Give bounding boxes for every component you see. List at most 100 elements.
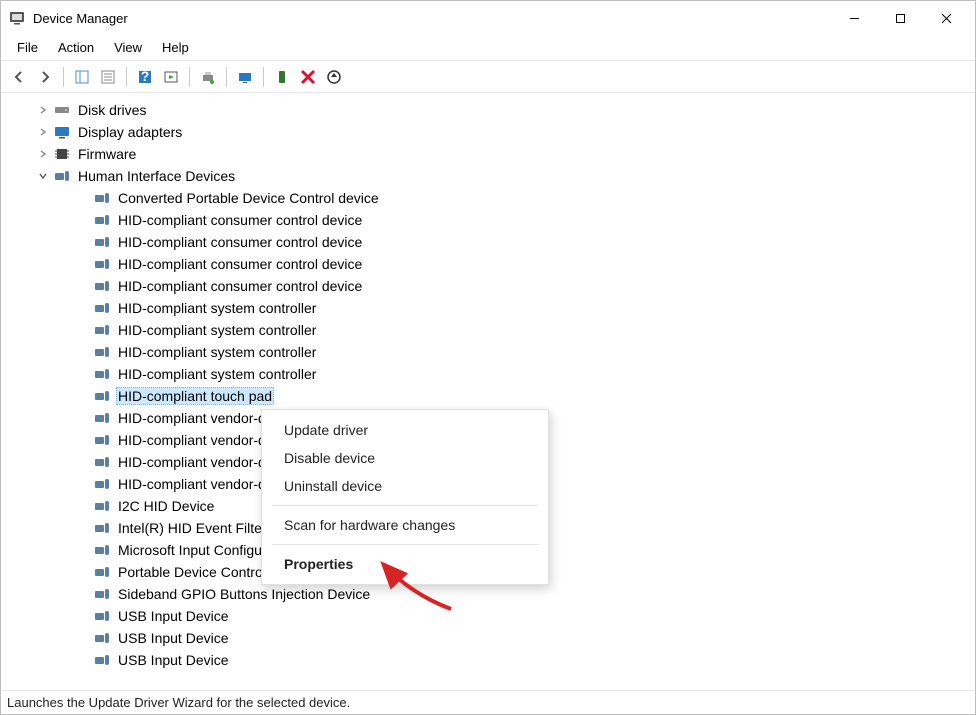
hid-device-icon (94, 300, 110, 316)
tree-category-label: Disk drives (76, 102, 148, 118)
tree-device-item[interactable]: HID-compliant consumer control device (11, 253, 975, 275)
tree-device-label: HID-compliant consumer control device (116, 212, 364, 228)
chevron-right-icon[interactable] (36, 147, 50, 161)
tree-device-label: Intel(R) HID Event Filter (116, 520, 269, 536)
expander-spacer (76, 323, 90, 337)
update-driver-toolbar-button[interactable] (322, 65, 346, 89)
svg-text:?: ? (141, 69, 150, 84)
hid-device-icon (94, 630, 110, 646)
expander-spacer (76, 477, 90, 491)
tree-device-label: Converted Portable Device Control device (116, 190, 381, 206)
tree-device-item[interactable]: HID-compliant system controller (11, 363, 975, 385)
tree-device-item[interactable]: HID-compliant system controller (11, 319, 975, 341)
tree-category-label: Firmware (76, 146, 138, 162)
toolbar-separator (263, 67, 264, 87)
toolbar: ? (1, 61, 975, 93)
ctx-uninstall-device[interactable]: Uninstall device (262, 472, 548, 500)
chevron-right-icon[interactable] (36, 103, 50, 117)
ctx-update-driver[interactable]: Update driver (262, 416, 548, 444)
hid-device-icon (94, 498, 110, 514)
back-button[interactable] (7, 65, 31, 89)
enable-device-button[interactable] (270, 65, 294, 89)
scan-hardware-button[interactable] (233, 65, 257, 89)
expander-spacer (76, 609, 90, 623)
menu-action[interactable]: Action (48, 37, 104, 58)
expander-spacer (76, 257, 90, 271)
tree-device-item[interactable]: HID-compliant system controller (11, 297, 975, 319)
expander-spacer (76, 213, 90, 227)
tree-device-label: HID-compliant system controller (116, 300, 318, 316)
expander-spacer (76, 389, 90, 403)
ctx-scan-hardware[interactable]: Scan for hardware changes (262, 511, 548, 539)
tree-device-label: HID-compliant touch pad (116, 387, 274, 405)
action-toolbar-button[interactable] (159, 65, 183, 89)
tree-device-item[interactable]: HID-compliant consumer control device (11, 231, 975, 253)
tree-category-hid[interactable]: Human Interface Devices (11, 165, 975, 187)
tree-device-label: HID-compliant consumer control device (116, 234, 364, 250)
disable-device-button[interactable] (296, 65, 320, 89)
tree-device-item[interactable]: HID-compliant touch pad (11, 385, 975, 407)
expander-spacer (76, 433, 90, 447)
close-button[interactable] (923, 2, 969, 34)
expander-spacer (76, 543, 90, 557)
tree-category-label: Human Interface Devices (76, 168, 237, 184)
toolbar-separator (126, 67, 127, 87)
tree-device-item[interactable]: HID-compliant consumer control device (11, 275, 975, 297)
ctx-separator (272, 544, 538, 545)
show-hide-tree-button[interactable] (70, 65, 94, 89)
hid-device-icon (94, 212, 110, 228)
chevron-down-icon[interactable] (36, 169, 50, 183)
device-tree[interactable]: Disk drives Display adapters Firmware Human… (1, 93, 975, 690)
tree-pane: Disk drives Display adapters Firmware Human… (1, 93, 975, 690)
menubar: File Action View Help (1, 35, 975, 61)
statusbar: Launches the Update Driver Wizard for th… (1, 690, 975, 714)
titlebar: Device Manager (1, 1, 975, 35)
expander-spacer (76, 521, 90, 535)
tree-device-item[interactable]: Converted Portable Device Control device (11, 187, 975, 209)
expander-spacer (76, 235, 90, 249)
tree-device-label: HID-compliant consumer control device (116, 256, 364, 272)
expander-spacer (76, 279, 90, 293)
menu-help[interactable]: Help (152, 37, 199, 58)
properties-toolbar-button[interactable] (96, 65, 120, 89)
tree-device-item[interactable]: HID-compliant consumer control device (11, 209, 975, 231)
tree-category-label: Display adapters (76, 124, 184, 140)
tree-device-item[interactable]: HID-compliant system controller (11, 341, 975, 363)
tree-device-label: USB Input Device (116, 652, 231, 668)
tree-device-label: HID-compliant consumer control device (116, 278, 364, 294)
expander-spacer (76, 499, 90, 513)
hid-device-icon (94, 542, 110, 558)
hid-device-icon (94, 234, 110, 250)
menu-file[interactable]: File (7, 37, 48, 58)
tree-device-item[interactable]: Sideband GPIO Buttons Injection Device (11, 583, 975, 605)
forward-button[interactable] (33, 65, 57, 89)
hid-device-icon (94, 322, 110, 338)
minimize-button[interactable] (831, 2, 877, 34)
hid-category-icon (54, 168, 70, 184)
menu-view[interactable]: View (104, 37, 152, 58)
expander-spacer (76, 367, 90, 381)
hid-device-icon (94, 652, 110, 668)
expander-spacer (76, 301, 90, 315)
tree-category-firmware[interactable]: Firmware (11, 143, 975, 165)
chevron-right-icon[interactable] (36, 125, 50, 139)
hid-device-icon (94, 564, 110, 580)
ctx-properties[interactable]: Properties (262, 550, 548, 578)
display-adapter-icon (54, 124, 70, 140)
expander-spacer (76, 411, 90, 425)
tree-category-disk[interactable]: Disk drives (11, 99, 975, 121)
help-toolbar-button[interactable]: ? (133, 65, 157, 89)
tree-device-item[interactable]: USB Input Device (11, 627, 975, 649)
expander-spacer (76, 345, 90, 359)
toolbar-separator (63, 67, 64, 87)
tree-device-label: Sideband GPIO Buttons Injection Device (116, 586, 372, 602)
tree-device-item[interactable]: USB Input Device (11, 605, 975, 627)
print-button[interactable] (196, 65, 220, 89)
tree-category-display[interactable]: Display adapters (11, 121, 975, 143)
firmware-icon (54, 146, 70, 162)
hid-device-icon (94, 256, 110, 272)
maximize-button[interactable] (877, 2, 923, 34)
hid-device-icon (94, 410, 110, 426)
ctx-disable-device[interactable]: Disable device (262, 444, 548, 472)
tree-device-item[interactable]: USB Input Device (11, 649, 975, 671)
